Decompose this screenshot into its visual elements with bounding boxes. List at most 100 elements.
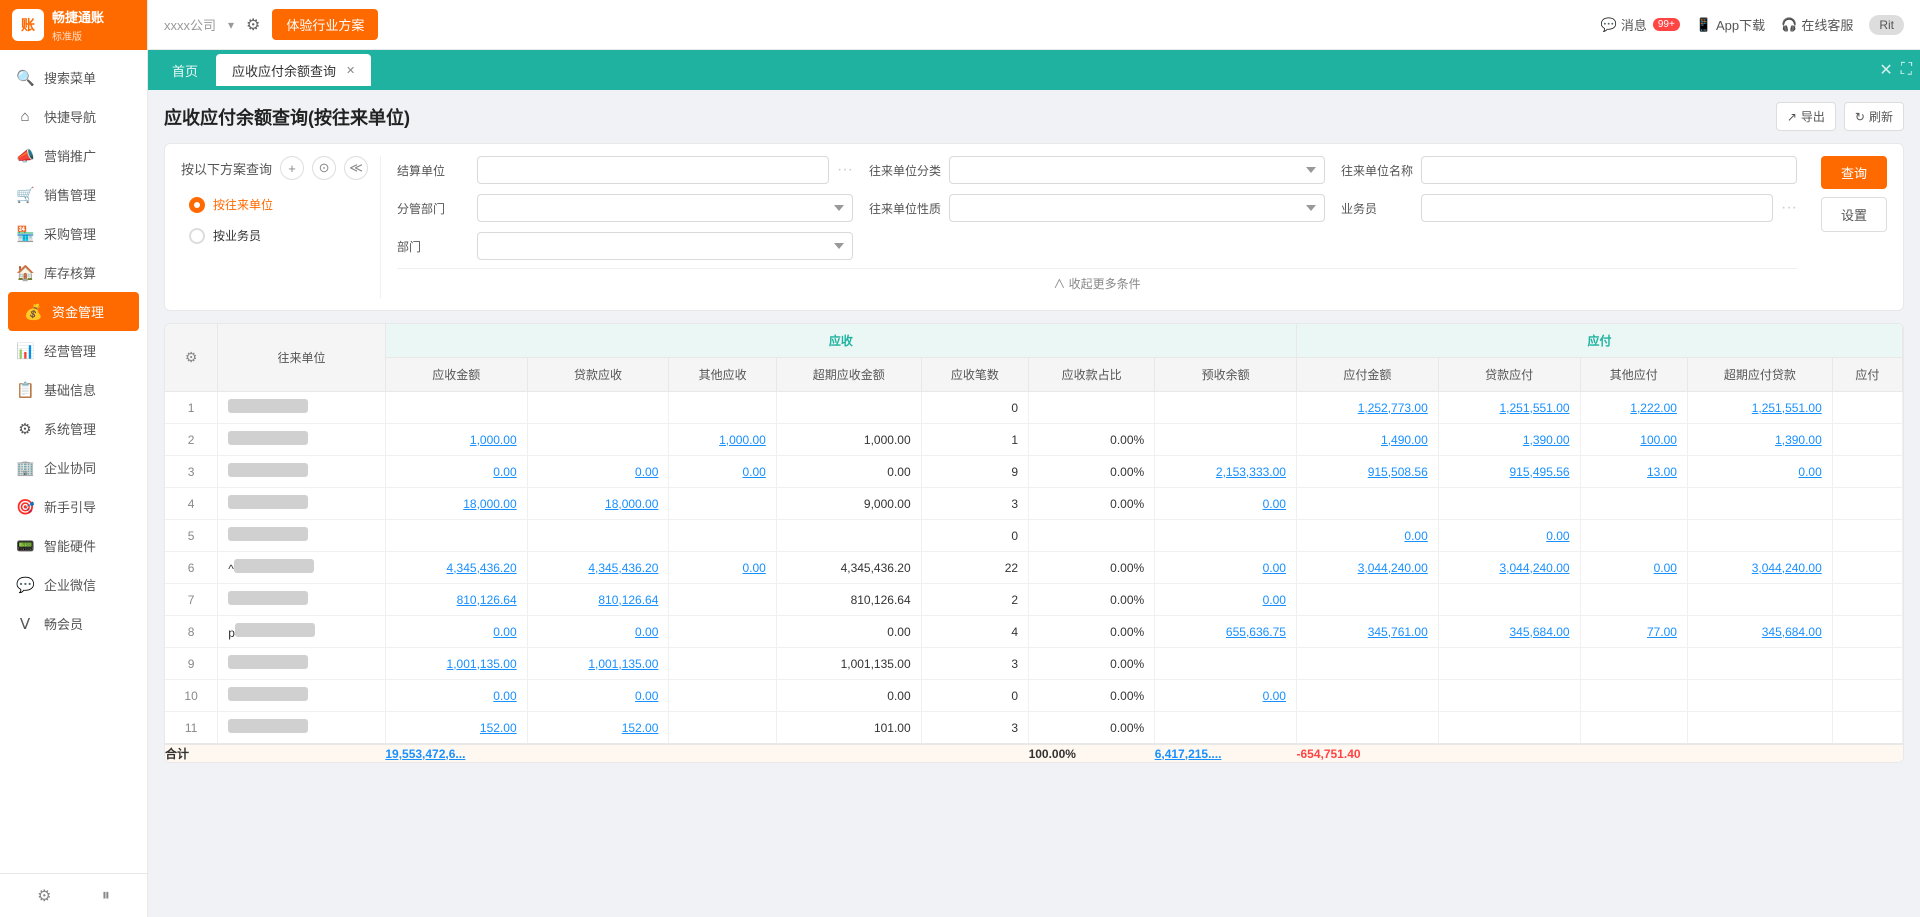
sidebar-label-member: 畅会员: [44, 614, 83, 633]
salesman-input[interactable]: [1421, 194, 1773, 222]
table-footer-row: 合计 19,553,472,6... 100.00% 6,417,215....…: [165, 744, 1903, 762]
main-content: 应收应付余额查询(按往来单位) ↗ 导出 ↻ 刷新 按以下方案查询: [148, 90, 1920, 917]
sidebar-label-base-info: 基础信息: [44, 380, 96, 399]
sidebar-item-corp[interactable]: 🏢 企业协同: [0, 448, 147, 487]
table-group-header-row: ⚙ 往来单位 应收 应付: [165, 324, 1903, 358]
app-download-action[interactable]: 📱 App下载: [1696, 15, 1765, 34]
filter-add-btn[interactable]: +: [280, 156, 304, 180]
tabbar-expand-btn[interactable]: ⛶: [1901, 61, 1912, 79]
sidebar-item-wechat[interactable]: 💬 企业微信: [0, 565, 147, 604]
sidebar-label-system: 系统管理: [44, 419, 96, 438]
masked-name: [228, 687, 308, 701]
sidebar-icon-finance: 💰: [24, 303, 42, 321]
partner-category-label: 往来单位分类: [869, 162, 941, 179]
table-row: 11 152.00 152.00 101.00 3 0.00%: [165, 712, 1903, 745]
online-service-action[interactable]: 🎧 在线客服: [1781, 15, 1853, 34]
row-partner: [218, 520, 386, 552]
dept-manager-select[interactable]: [477, 194, 853, 222]
export-icon: ↗: [1787, 110, 1797, 124]
partner-nature-select[interactable]: [949, 194, 1325, 222]
tab-label-ar-ap-query: 应收应付余额查询: [232, 61, 336, 80]
ar-count-header: 应收笔数: [921, 358, 1028, 392]
sidebar-item-base-info[interactable]: 📋 基础信息: [0, 370, 147, 409]
sidebar-item-system[interactable]: ⚙ 系统管理: [0, 409, 147, 448]
row-partner: [218, 392, 386, 424]
filter-settings-btn[interactable]: ⊙: [312, 156, 336, 180]
refresh-button[interactable]: ↻ 刷新: [1844, 102, 1904, 131]
topbar-dropdown-arrow[interactable]: ▾: [228, 18, 234, 32]
filter-area: 按以下方案查询 + ⊙ ≪ 按往来单位按业务员 结算单位 ···: [164, 143, 1904, 311]
sidebar-label-marketing: 营销推广: [44, 146, 96, 165]
filter-partner-nature: 往来单位性质: [869, 194, 1325, 222]
row-partner: [218, 680, 386, 712]
promo-button[interactable]: 体验行业方案: [272, 9, 378, 40]
row-partner: [218, 712, 386, 745]
table-sub-header-row: 应收金额 贷款应收 其他应收 超期应收金额 应收笔数 应收款占比 预收余额 应付…: [165, 358, 1903, 392]
sidebar-icon-marketing: 📣: [16, 147, 34, 165]
setting-button[interactable]: 设置: [1821, 197, 1887, 232]
topbar-gear-icon[interactable]: ⚙: [246, 15, 260, 35]
row-partner: [218, 456, 386, 488]
filter-department: 部门: [397, 232, 853, 260]
message-action[interactable]: 💬 消息 99+: [1601, 15, 1680, 34]
row-no: 1: [165, 392, 218, 424]
settlement-unit-label: 结算单位: [397, 162, 469, 179]
sidebar-item-quick-nav[interactable]: ⌂ 快捷导航: [0, 97, 147, 136]
sidebar-item-search-menu[interactable]: 🔍 搜索菜单: [0, 58, 147, 97]
collapse-bar[interactable]: ∧ 收起更多条件: [397, 268, 1797, 298]
user-avatar[interactable]: Rit: [1869, 15, 1904, 35]
tab-home[interactable]: 首页: [156, 54, 214, 86]
sidebar-icon-search-menu: 🔍: [16, 69, 34, 87]
sidebar-item-guide[interactable]: 🎯 新手引导: [0, 487, 147, 526]
partner-name-input[interactable]: [1421, 156, 1797, 184]
footer-pre-received[interactable]: 6,417,215....: [1155, 744, 1297, 762]
footer-label: 合计: [165, 744, 385, 762]
sidebar-item-marketing[interactable]: 📣 营销推广: [0, 136, 147, 175]
table-container: ⚙ 往来单位 应收 应付 应收金额 贷款应收 其他应收 超期应收金额 应收笔数 …: [164, 323, 1904, 763]
sidebar-item-sales[interactable]: 🛒 销售管理: [0, 175, 147, 214]
table-row: 4 18,000.00 18,000.00 9,000.00 3 0.00% 0…: [165, 488, 1903, 520]
department-label: 部门: [397, 238, 469, 255]
row-partner: ^: [218, 552, 386, 584]
sidebar-label-search-menu: 搜索菜单: [44, 68, 96, 87]
sidebar-item-finance[interactable]: 💰 资金管理: [8, 292, 139, 331]
sidebar-item-operation[interactable]: 📊 经营管理: [0, 331, 147, 370]
masked-name: [228, 463, 308, 477]
settlement-unit-input[interactable]: [477, 156, 829, 184]
partner-name-label: 往来单位名称: [1341, 162, 1413, 179]
table-row: 1 0 1,252,773.00 1,251,551.00 1,222.00 1…: [165, 392, 1903, 424]
sidebar-icon-system: ⚙: [16, 420, 34, 438]
tab-close-ar-ap-query[interactable]: ✕: [346, 64, 355, 77]
table-row: 7 810,126.64 810,126.64 810,126.64 2 0.0…: [165, 584, 1903, 616]
sidebar-item-member[interactable]: Ⅴ 畅会员: [0, 604, 147, 643]
sidebar-logo: 账 畅捷通账 标准版: [0, 0, 147, 50]
table-settings-header[interactable]: ⚙: [165, 324, 218, 392]
scheme-item-by-salesman[interactable]: 按业务员: [181, 223, 368, 248]
ar-overdue-header: 超期应收金额: [776, 358, 921, 392]
row-no: 5: [165, 520, 218, 552]
sidebar-label-finance: 资金管理: [52, 302, 104, 321]
scheme-item-by-unit[interactable]: 按往来单位: [181, 192, 368, 217]
footer-ar-total[interactable]: 19,553,472,6...: [385, 744, 527, 762]
sidebar-settings-btn[interactable]: ⚙: [37, 886, 51, 906]
sidebar-label-purchase: 采购管理: [44, 224, 96, 243]
ap-loan-header: 贷款应付: [1438, 358, 1580, 392]
tab-ar-ap-query[interactable]: 应收应付余额查询 ✕: [216, 54, 371, 86]
logo-icon: 账: [12, 9, 44, 41]
scheme-label-by-unit: 按往来单位: [213, 196, 273, 213]
sidebar-item-inventory[interactable]: 🏠 库存核算: [0, 253, 147, 292]
tabbar-close-btn[interactable]: ✕: [1879, 60, 1892, 80]
settlement-unit-dots[interactable]: ···: [837, 161, 853, 179]
department-select[interactable]: [477, 232, 853, 260]
filter-partner-name: 往来单位名称: [1341, 156, 1797, 184]
row-no: 8: [165, 616, 218, 648]
partner-category-select[interactable]: [949, 156, 1325, 184]
sidebar-item-hardware[interactable]: 📟 智能硬件: [0, 526, 147, 565]
salesman-dots[interactable]: ···: [1781, 199, 1797, 217]
sidebar-collapse-btn[interactable]: ⏸: [102, 887, 110, 905]
filter-collapse-btn[interactable]: ≪: [344, 156, 368, 180]
export-button[interactable]: ↗ 导出: [1776, 102, 1836, 131]
sidebar-icon-inventory: 🏠: [16, 264, 34, 282]
sidebar-item-purchase[interactable]: 🏪 采购管理: [0, 214, 147, 253]
query-button[interactable]: 查询: [1821, 156, 1887, 189]
